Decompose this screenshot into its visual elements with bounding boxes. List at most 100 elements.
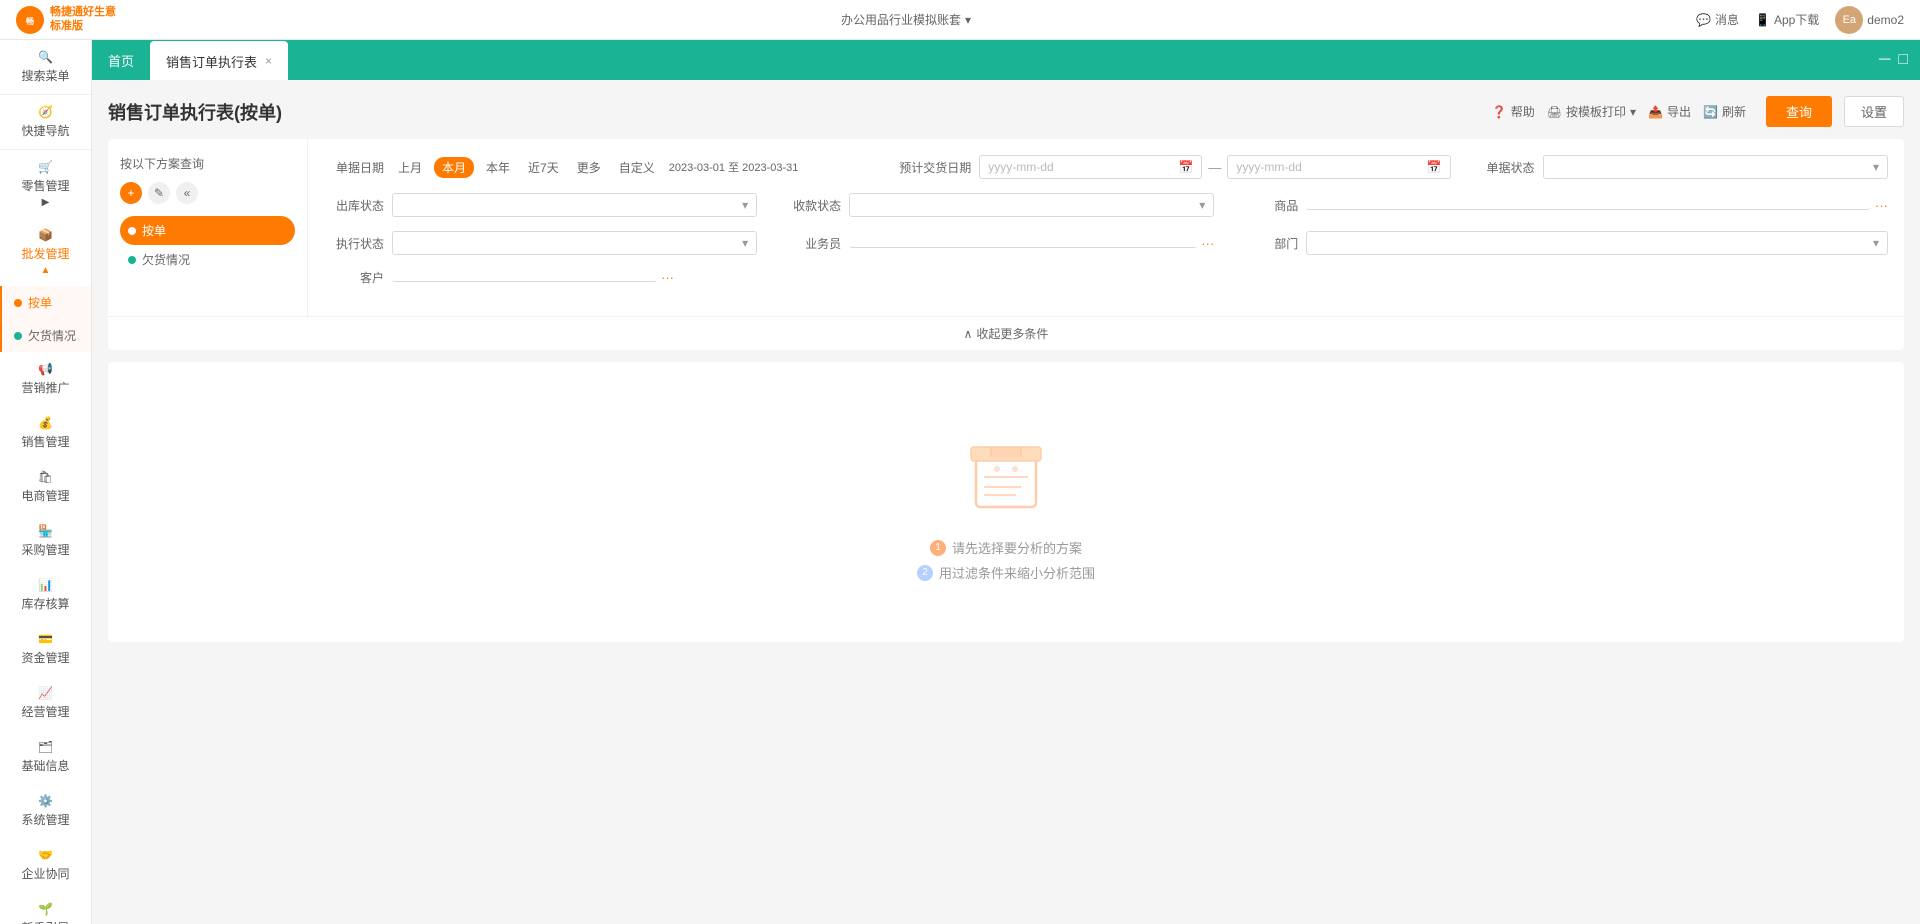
app-icon: 📱 <box>1755 13 1770 27</box>
print-btn[interactable]: 🖨 按模板打印 ▾ <box>1547 103 1636 120</box>
goods-control: ··· <box>1306 198 1888 213</box>
filter-panel: 按以下方案查询 + ✎ « <box>108 139 1904 350</box>
sidebar-item-finance[interactable]: 💳 资金管理 <box>0 622 91 676</box>
salesman-input[interactable] <box>849 239 1197 248</box>
active-dot <box>128 227 136 235</box>
top-bar-right: 💬 消息 📱 App下载 Ea demo2 <box>1696 6 1904 34</box>
add-plan-btn[interactable]: + <box>120 182 142 204</box>
dot-icon <box>14 332 22 340</box>
page-header: 销售订单执行表(按单) ❓ 帮助 🖨 按模板打印 ▾ 📤 导出 <box>108 96 1904 127</box>
empty-text: 1 请先选择要分析的方案 2 用过滤条件来缩小分析范围 <box>917 538 1095 582</box>
content-area: 销售订单执行表(按单) ❓ 帮助 🖨 按模板打印 ▾ 📤 导出 <box>92 80 1920 924</box>
page-actions: ❓ 帮助 🖨 按模板打印 ▾ 📤 导出 🔄 刷新 <box>1492 96 1904 127</box>
delivery-control: ▾ <box>392 193 757 217</box>
goods-picker-btn[interactable]: ··· <box>1875 198 1888 213</box>
app-suite-selector[interactable]: 办公用品行业模拟账套 ▾ <box>841 11 971 28</box>
date-btn-this-year[interactable]: 本年 <box>480 157 516 178</box>
delivery-select[interactable]: ▾ <box>392 193 757 217</box>
filter-row-2: 出库状态 ▾ 收款状态 <box>324 193 1888 217</box>
hint-num-1: 1 <box>930 540 946 556</box>
chevron-down-icon: ▾ <box>965 13 971 27</box>
empty-image <box>956 422 1056 522</box>
sidebar-item-marketing[interactable]: 📢 营销推广 <box>0 352 91 406</box>
date-btn-this-month[interactable]: 本月 <box>434 157 474 178</box>
plan-nav-按单[interactable]: 按单 <box>120 216 295 245</box>
sidebar-item-enterprise[interactable]: 🤝 企业协同 <box>0 838 91 892</box>
sidebar-search[interactable]: 🔍 搜索菜单 <box>0 40 91 95</box>
receipt-label: 收款状态 <box>781 197 841 214</box>
calendar-end-icon: 📅 <box>1427 160 1442 174</box>
collapse-filters-btn[interactable]: ∧ 收起更多条件 <box>108 316 1904 350</box>
tab-close-btn[interactable]: × <box>265 54 272 68</box>
app-download-btn[interactable]: 📱 App下载 <box>1755 11 1819 28</box>
empty-state: 1 请先选择要分析的方案 2 用过滤条件来缩小分析范围 <box>108 362 1904 642</box>
sidebar-item-sales[interactable]: 💰 销售管理 <box>0 406 91 460</box>
maximize-window-btn[interactable]: □ <box>1898 51 1908 69</box>
sidebar-item-base[interactable]: 🗂 基础信息 <box>0 730 91 784</box>
system-icon: ⚙️ <box>38 794 53 808</box>
settings-button[interactable]: 设置 <box>1844 96 1904 127</box>
receipt-select[interactable]: ▾ <box>849 193 1214 217</box>
sidebar-item-retail[interactable]: 🛒 零售管理 ▶ <box>0 150 91 218</box>
top-bar-left: 畅 畅捷通好生意 标准版 <box>16 6 116 34</box>
chevron-down-icon-wholesale: ▲ <box>41 265 51 276</box>
filter-expected-date: 预计交货日期 yyyy-mm-dd 📅 — <box>899 155 1450 179</box>
wholesale-icon: 📦 <box>38 228 53 242</box>
dot-icon <box>128 256 136 264</box>
minimize-window-btn[interactable]: ─ <box>1879 51 1890 69</box>
filter-receipt-status: 收款状态 ▾ <box>781 193 1214 217</box>
filter-row-4: 客户 ··· <box>324 269 1888 286</box>
sidebar-item-system[interactable]: ⚙️ 系统管理 <box>0 784 91 838</box>
tab-home[interactable]: 首页 <box>92 40 150 80</box>
exec-control: ▾ <box>392 231 757 255</box>
marketing-icon: 📢 <box>38 362 53 376</box>
doc-status-select[interactable]: ▾ <box>1543 155 1888 179</box>
filter-doc-status: 单据状态 ▾ <box>1475 155 1888 179</box>
sidebar-item-ecommerce[interactable]: 🛍 电商管理 <box>0 460 91 514</box>
export-btn[interactable]: 📤 导出 <box>1648 103 1691 120</box>
avatar: Ea <box>1835 6 1863 34</box>
refresh-btn[interactable]: 🔄 刷新 <box>1703 103 1746 120</box>
date-label: 单据日期 <box>324 159 384 176</box>
sidebar-item-newbie[interactable]: 🌱 新手引导 <box>0 892 91 924</box>
print-icon: 🖨 <box>1547 105 1562 119</box>
submenu-item-欠货情况[interactable]: 欠货情况 <box>2 319 91 352</box>
empty-hint-2: 2 用过滤条件来缩小分析范围 <box>917 563 1095 582</box>
date-btn-last-month[interactable]: 上月 <box>392 157 428 178</box>
customer-picker-btn[interactable]: ··· <box>661 270 674 285</box>
date-range-display: 2023-03-01 至 2023-03-31 <box>669 159 799 175</box>
inventory-icon: 📊 <box>38 578 53 592</box>
date-quick-btns: 上月 本月 本年 近7天 更多 自定义 <box>392 157 661 178</box>
salesman-picker-btn[interactable]: ··· <box>1201 236 1214 251</box>
submenu-item-按单[interactable]: 按单 <box>2 286 91 319</box>
export-icon: 📤 <box>1648 105 1663 119</box>
sidebar-item-inventory[interactable]: 📊 库存核算 <box>0 568 91 622</box>
sidebar-item-wholesale[interactable]: 📦 批发管理 ▲ <box>0 218 91 286</box>
goods-input[interactable] <box>1306 201 1871 210</box>
query-button[interactable]: 查询 <box>1766 96 1832 127</box>
suite-label: 办公用品行业模拟账套 <box>841 11 961 28</box>
wholesale-submenu: 按单 欠货情况 <box>0 286 91 352</box>
date-btn-more[interactable]: 更多 <box>571 157 607 178</box>
hint-num-2: 2 <box>917 565 933 581</box>
sidebar-item-operations[interactable]: 📈 经营管理 <box>0 676 91 730</box>
customer-input[interactable] <box>392 273 657 282</box>
plan-nav-欠货情况[interactable]: 欠货情况 <box>120 245 295 274</box>
user-menu[interactable]: Ea demo2 <box>1835 6 1904 34</box>
base-icon: 🗂 <box>38 740 53 754</box>
message-btn[interactable]: 💬 消息 <box>1696 11 1739 28</box>
date-btn-7days[interactable]: 近7天 <box>522 157 565 178</box>
sidebar-item-purchase[interactable]: 🏪 采购管理 <box>0 514 91 568</box>
help-btn[interactable]: ❓ 帮助 <box>1492 103 1535 120</box>
sidebar-quicknav[interactable]: 🧭 快捷导航 <box>0 95 91 150</box>
expected-date-start[interactable]: yyyy-mm-dd 📅 <box>979 155 1202 179</box>
sidebar: 🔍 搜索菜单 🧭 快捷导航 🛒 零售管理 ▶ 📦 批发管理 ▲ 按单 欠货情况 <box>0 40 92 924</box>
exec-select[interactable]: ▾ <box>392 231 757 255</box>
tab-sales-exec[interactable]: 销售订单执行表 × <box>150 41 288 81</box>
collapse-plan-btn[interactable]: « <box>176 182 198 204</box>
date-control: 上月 本月 本年 近7天 更多 自定义 2023-03-01 至 2023-03… <box>392 157 875 178</box>
expected-date-end[interactable]: yyyy-mm-dd 📅 <box>1227 155 1450 179</box>
date-btn-custom[interactable]: 自定义 <box>613 157 661 178</box>
edit-plan-btn[interactable]: ✎ <box>148 182 170 204</box>
dept-select[interactable]: ▾ <box>1306 231 1888 255</box>
